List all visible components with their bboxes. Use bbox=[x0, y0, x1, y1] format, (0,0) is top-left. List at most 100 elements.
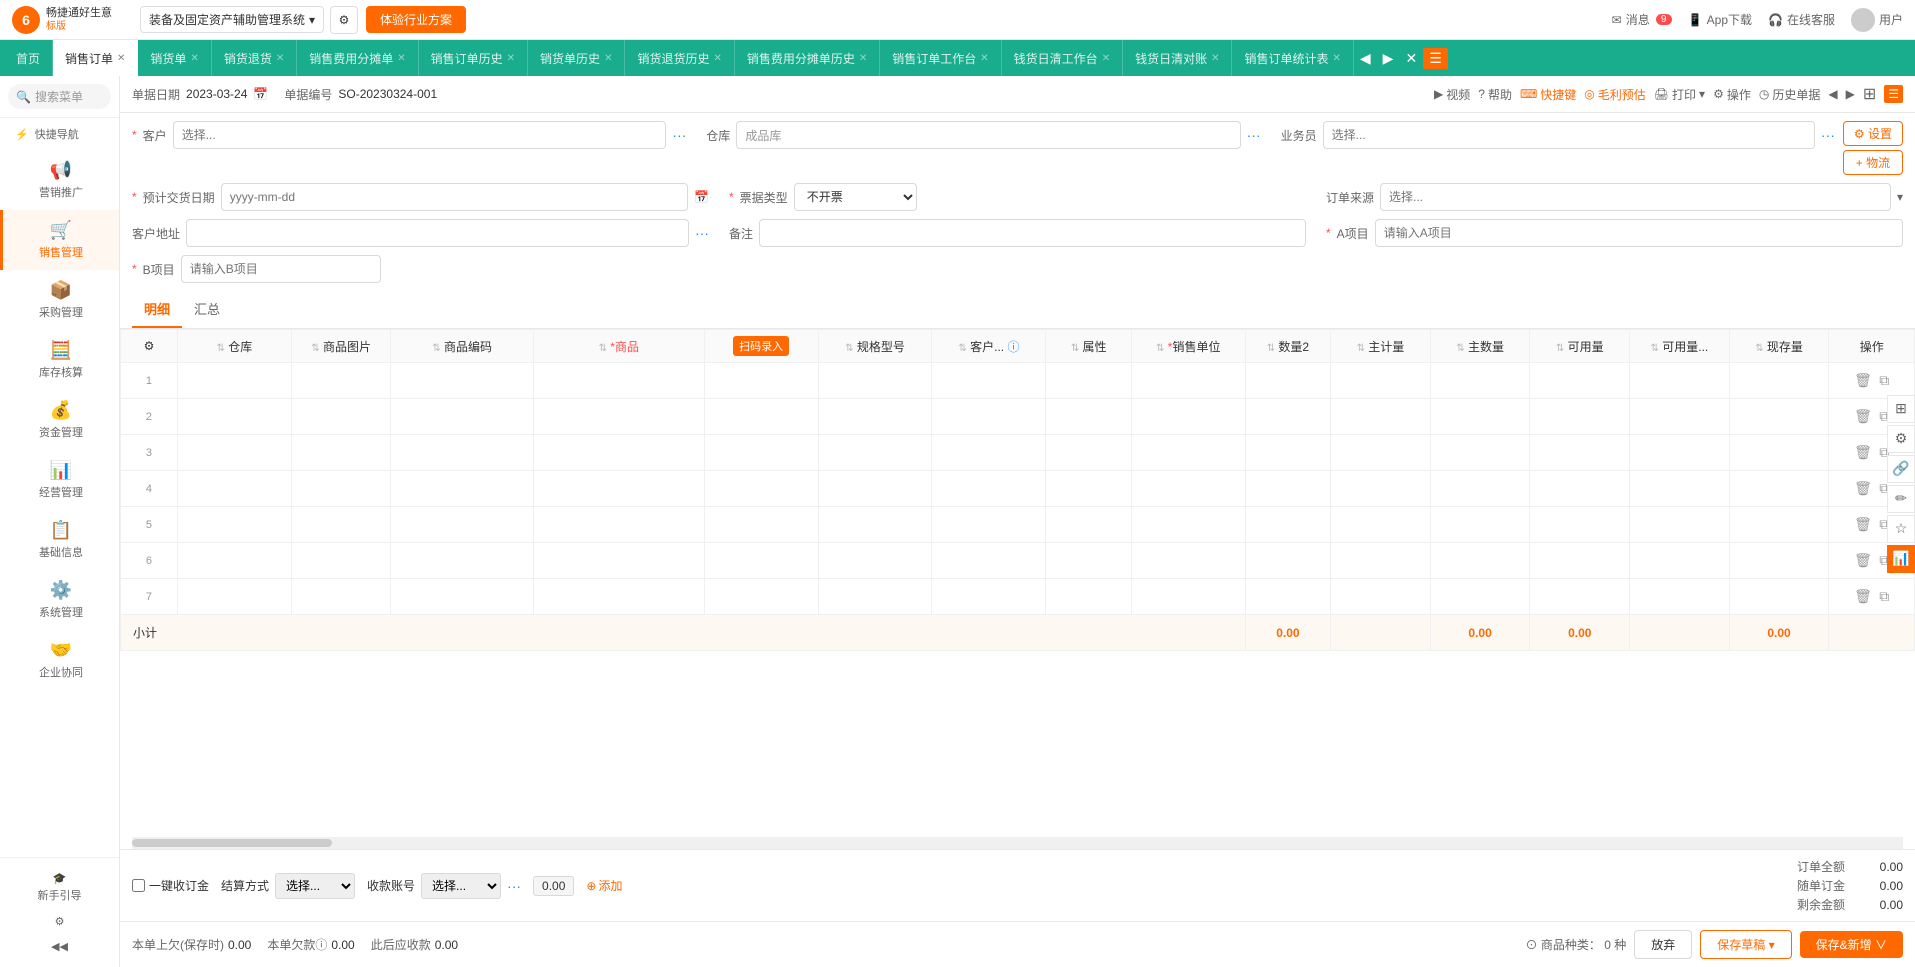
operation-action[interactable]: ⚙ 操作 bbox=[1713, 86, 1751, 103]
sidebar-item-inventory[interactable]: 🧮 库存核算 bbox=[0, 330, 119, 390]
tab-sales-return[interactable]: 销货退货 ✕ bbox=[212, 40, 297, 76]
discard-button[interactable]: 放弃 bbox=[1634, 930, 1692, 959]
col-available2[interactable]: ⇅ 可用量... bbox=[1630, 330, 1730, 363]
history-action[interactable]: ◷ 历史单据 bbox=[1759, 86, 1821, 103]
note-input[interactable] bbox=[759, 219, 1306, 247]
tab-home[interactable]: 首页 bbox=[4, 40, 53, 76]
app-selector[interactable]: 装备及固定资产辅助管理系统 ▾ bbox=[140, 6, 324, 33]
col-scan[interactable]: 扫码录入 bbox=[704, 330, 818, 363]
tab-next-btn[interactable]: ▶ bbox=[1377, 50, 1400, 67]
salesperson-more-btn[interactable]: ··· bbox=[1821, 127, 1835, 143]
delete-row-btn[interactable]: 🗑 bbox=[1854, 552, 1872, 568]
delete-row-btn[interactable]: 🗑 bbox=[1854, 372, 1872, 388]
save-draft-button[interactable]: 保存草稿 ▾ bbox=[1700, 930, 1791, 959]
float-btn-1[interactable]: ⊞ bbox=[1887, 395, 1915, 423]
tab-daily-workspace[interactable]: 钱货日清工作台 ✕ bbox=[1002, 40, 1123, 76]
shortcut-action[interactable]: ⌨ 快捷键 bbox=[1520, 86, 1576, 103]
horizontal-scrollbar[interactable] bbox=[132, 837, 1903, 849]
tab-detail[interactable]: 明细 bbox=[132, 291, 182, 328]
profit-action[interactable]: ◎ 毛利预估 bbox=[1584, 86, 1646, 103]
float-btn-6[interactable]: 📊 bbox=[1887, 545, 1915, 573]
save-new-button[interactable]: 保存&新增 ∨ bbox=[1800, 931, 1903, 958]
close-icon[interactable]: ✕ bbox=[190, 53, 198, 64]
col-product[interactable]: ⇅ *商品 bbox=[533, 330, 704, 363]
close-icon[interactable]: ✕ bbox=[604, 53, 612, 64]
list-view-icon[interactable]: ☰ bbox=[1884, 85, 1903, 103]
col-main-qty[interactable]: ⇅ 主数量 bbox=[1430, 330, 1530, 363]
sidebar-item-collab[interactable]: 🤝 企业协同 bbox=[0, 630, 119, 690]
search-menu-input[interactable]: 🔍 搜索菜单 bbox=[8, 84, 111, 109]
delete-row-btn[interactable]: 🗑 bbox=[1854, 516, 1872, 532]
float-btn-3[interactable]: 🔗 bbox=[1887, 455, 1915, 483]
settings-gear-btn[interactable]: ⚙ bbox=[330, 6, 358, 34]
sidebar-item-purchase[interactable]: 📦 采购管理 bbox=[0, 270, 119, 330]
sidebar-item-quick-nav[interactable]: ⚡ 快捷导航 bbox=[0, 118, 119, 150]
tab-summary[interactable]: 汇总 bbox=[182, 291, 232, 328]
close-icon[interactable]: ✕ bbox=[117, 53, 125, 64]
sidebar-item-finance[interactable]: 💰 资金管理 bbox=[0, 390, 119, 450]
b-project-input[interactable] bbox=[181, 255, 381, 283]
close-icon[interactable]: ✕ bbox=[859, 53, 867, 64]
col-main-unit[interactable]: ⇅ 主计量 bbox=[1331, 330, 1431, 363]
print-action[interactable]: 🖨 打印 ▾ bbox=[1654, 86, 1705, 103]
account-select[interactable]: 选择... bbox=[421, 873, 501, 899]
add-item-btn[interactable]: ⊕ 添加 bbox=[586, 877, 622, 894]
copy-row-btn[interactable]: ⧉ bbox=[1879, 372, 1889, 388]
copy-row-btn[interactable]: ⧉ bbox=[1879, 588, 1889, 604]
col-warehouse[interactable]: ⇅ 仓库 bbox=[177, 330, 291, 363]
tab-order-workspace[interactable]: 销售订单工作台 ✕ bbox=[880, 40, 1001, 76]
sidebar-item-sales[interactable]: 🛒 销售管理 bbox=[0, 210, 119, 270]
sidebar-item-operations[interactable]: 📊 经营管理 bbox=[0, 450, 119, 510]
user-item[interactable]: 用户 bbox=[1851, 8, 1903, 32]
delete-row-btn[interactable]: 🗑 bbox=[1854, 408, 1872, 424]
tab-return-history[interactable]: 销货退货历史 ✕ bbox=[625, 40, 734, 76]
delete-row-btn[interactable]: 🗑 bbox=[1854, 444, 1872, 460]
view-action[interactable]: ▶ 视频 bbox=[1434, 86, 1470, 103]
a-project-input[interactable] bbox=[1375, 219, 1903, 247]
delivery-date-input[interactable] bbox=[221, 183, 688, 211]
tab-sales-history[interactable]: 销货单历史 ✕ bbox=[528, 40, 625, 76]
quick-collect-checkbox-item[interactable]: 一键收订金 bbox=[132, 877, 209, 894]
close-icon[interactable]: ✕ bbox=[713, 53, 721, 64]
tab-prev-btn[interactable]: ◀ bbox=[1354, 50, 1377, 67]
sidebar-collapse-btn[interactable]: ◀◀ bbox=[0, 934, 119, 959]
scroll-thumb[interactable] bbox=[132, 839, 332, 847]
order-source-dropdown-icon[interactable]: ▾ bbox=[1897, 190, 1903, 204]
scan-btn[interactable]: 扫码录入 bbox=[733, 336, 789, 356]
add-material-btn[interactable]: + 物流 bbox=[1843, 150, 1903, 175]
col-available[interactable]: ⇅ 可用量 bbox=[1530, 330, 1630, 363]
col-unit[interactable]: ⇅ *销售单位 bbox=[1131, 330, 1245, 363]
app-download-item[interactable]: 📱 App下载 bbox=[1688, 11, 1752, 28]
invoice-select[interactable]: 不开票 增值税普通发票 增值税专用发票 bbox=[794, 183, 917, 211]
online-service-item[interactable]: 🎧 在线客服 bbox=[1768, 11, 1835, 28]
tab-menu-btn[interactable]: ☰ bbox=[1423, 48, 1448, 69]
col-attr[interactable]: ⇅ 属性 bbox=[1046, 330, 1131, 363]
message-item[interactable]: ✉ 消息 9 bbox=[1612, 11, 1672, 28]
delete-row-btn[interactable]: 🗑 bbox=[1854, 480, 1872, 496]
tab-statistics[interactable]: 销售订单统计表 ✕ bbox=[1232, 40, 1353, 76]
close-icon[interactable]: ✕ bbox=[1102, 53, 1110, 64]
col-stock[interactable]: ⇅ 现存量 bbox=[1729, 330, 1829, 363]
sidebar-item-marketing[interactable]: 📢 营销推广 bbox=[0, 150, 119, 210]
tab-close-all-btn[interactable]: ✕ bbox=[1399, 50, 1423, 67]
settings-form-btn[interactable]: ⚙ 设置 bbox=[1843, 121, 1903, 146]
quick-collect-checkbox[interactable] bbox=[132, 879, 145, 892]
close-icon[interactable]: ✕ bbox=[980, 53, 988, 64]
sidebar-settings-btn[interactable]: ⚙ bbox=[0, 909, 119, 934]
warehouse-input[interactable] bbox=[736, 121, 1240, 149]
tab-sales-fee[interactable]: 销售费用分摊单 ✕ bbox=[297, 40, 418, 76]
help-action[interactable]: ? 帮助 bbox=[1478, 86, 1512, 103]
col-settings[interactable]: ⚙ bbox=[121, 330, 178, 363]
address-input[interactable] bbox=[186, 219, 689, 247]
draft-dropdown-icon[interactable]: ▾ bbox=[1769, 938, 1775, 952]
salesperson-input[interactable] bbox=[1323, 121, 1815, 149]
order-source-input[interactable] bbox=[1380, 183, 1891, 211]
tab-fee-history[interactable]: 销售费用分摊单历史 ✕ bbox=[735, 40, 880, 76]
grid-view-icon[interactable]: ⊞ bbox=[1863, 84, 1876, 104]
close-icon[interactable]: ✕ bbox=[1211, 53, 1219, 64]
col-spec[interactable]: ⇅ 规格型号 bbox=[818, 330, 932, 363]
account-more-btn[interactable]: ··· bbox=[507, 878, 521, 894]
solution-button[interactable]: 体验行业方案 bbox=[366, 6, 466, 33]
sidebar-item-guide[interactable]: 🎓 新手引导 bbox=[0, 866, 119, 909]
address-more-btn[interactable]: ··· bbox=[695, 225, 709, 241]
